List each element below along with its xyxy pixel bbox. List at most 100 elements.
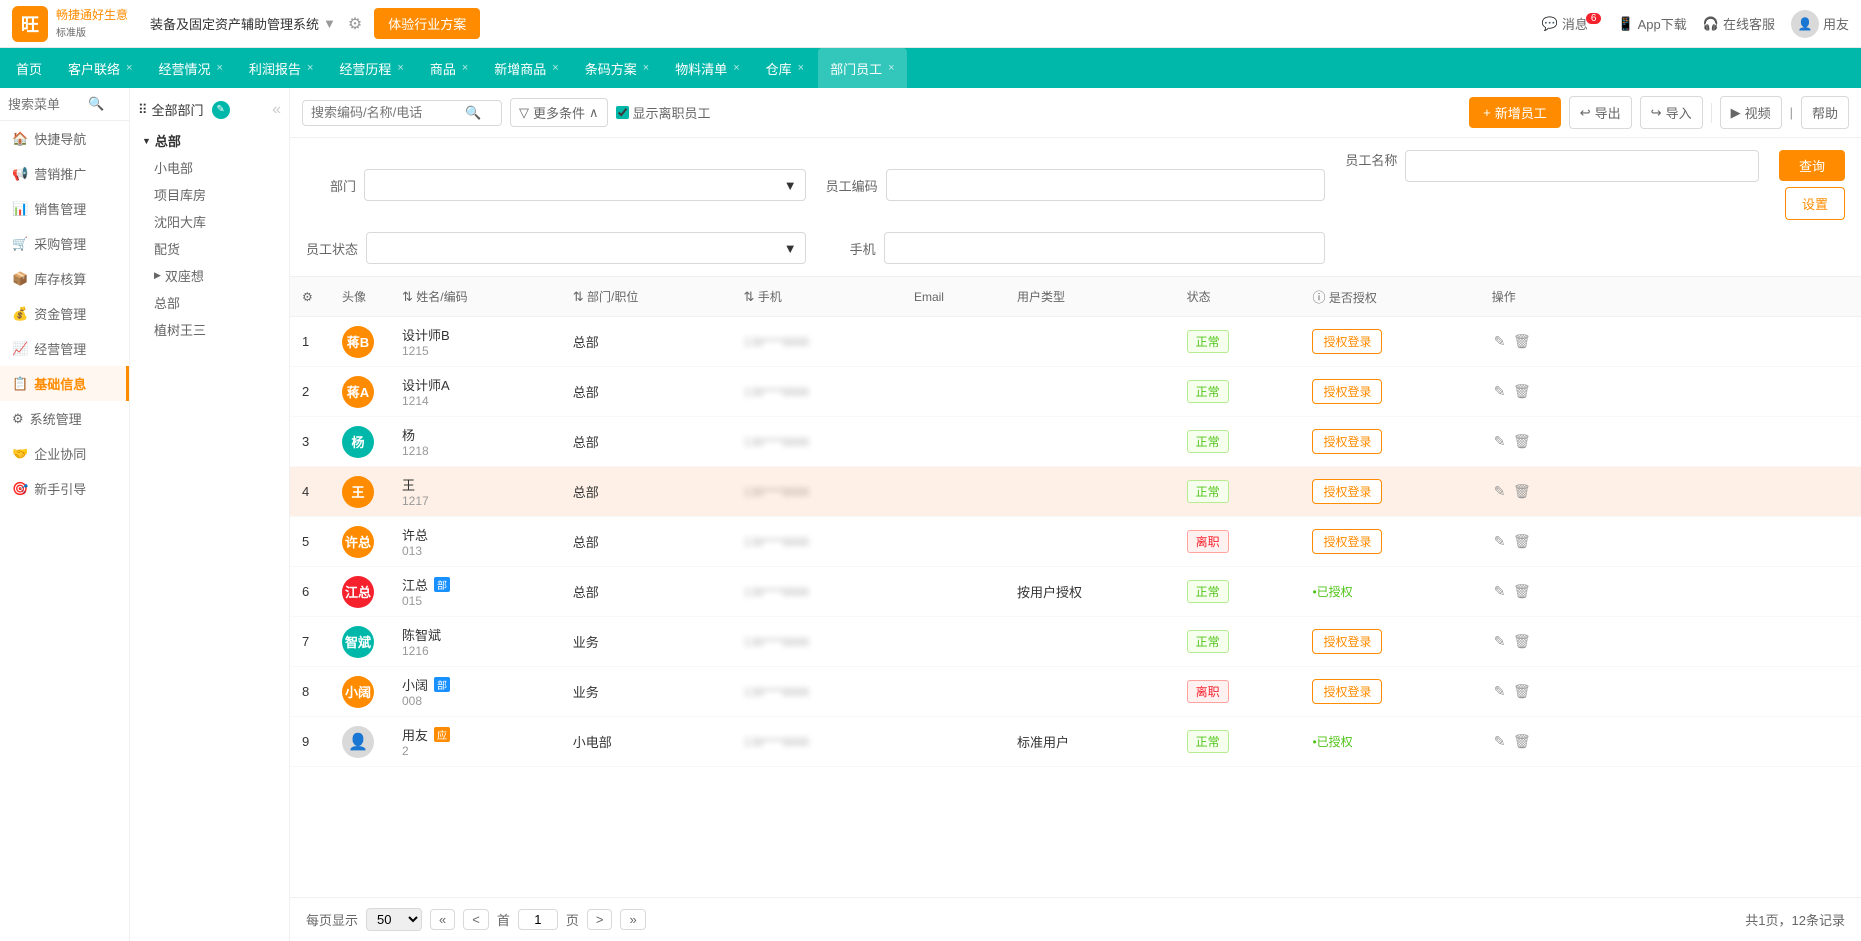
settings-button[interactable]: 设置	[1785, 187, 1845, 220]
import-button[interactable]: ↪ 导入	[1640, 96, 1703, 129]
sidebar-item-system[interactable]: ⚙ 系统管理	[0, 401, 129, 436]
sidebar-item-collab[interactable]: 🤝 企业协同	[0, 436, 129, 471]
first-page-button[interactable]: «	[430, 909, 455, 930]
sidebar-item-sales[interactable]: 📊 销售管理	[0, 191, 129, 226]
sidebar-item-quick-nav[interactable]: 🏠 快捷导航	[0, 121, 129, 156]
next-page-button[interactable]: >	[587, 909, 613, 930]
dept-tree-item-shenyang[interactable]: 沈阳大库	[138, 208, 281, 235]
dept-tree-item-zhishu[interactable]: 植树王三	[138, 316, 281, 343]
dept-tree-item-xiangmu[interactable]: 项目库房	[138, 181, 281, 208]
online-service-button[interactable]: 🎧 在线客服	[1703, 14, 1775, 33]
show-resigned-checkbox[interactable]	[616, 106, 629, 119]
nav-item-条码方案[interactable]: 条码方案×	[573, 48, 661, 88]
th-name-code[interactable]: ⇅ 姓名/编码	[390, 277, 561, 317]
delete-button[interactable]: 🗑	[1511, 331, 1533, 352]
close-icon[interactable]: ×	[643, 62, 649, 74]
close-icon[interactable]: ×	[798, 62, 804, 74]
delete-button[interactable]: 🗑	[1511, 431, 1533, 452]
dept-select[interactable]: ▼	[364, 169, 806, 201]
delete-button[interactable]: 🗑	[1511, 531, 1533, 552]
close-icon[interactable]: ×	[462, 62, 468, 74]
nav-item-物料清单[interactable]: 物料清单×	[663, 48, 751, 88]
authorize-button[interactable]: 授权登录	[1312, 479, 1382, 504]
collapse-icon[interactable]: «	[272, 101, 281, 119]
query-button[interactable]: 查询	[1779, 150, 1845, 181]
sidebar-item-marketing[interactable]: 📢 营销推广	[0, 156, 129, 191]
nav-item-客户联络[interactable]: 客户联络×	[56, 48, 144, 88]
nav-item-经营情况[interactable]: 经营情况×	[146, 48, 234, 88]
export-button[interactable]: ↩ 导出	[1569, 96, 1632, 129]
sidebar-item-basic-info[interactable]: 📋 基础信息	[0, 366, 129, 401]
dept-tree-item-zongbu[interactable]: 总部	[138, 289, 281, 316]
per-page-select[interactable]: 50 100	[366, 908, 422, 931]
authorize-button[interactable]: 授权登录	[1312, 629, 1382, 654]
delete-button[interactable]: 🗑	[1511, 631, 1533, 652]
nav-item-商品[interactable]: 商品×	[418, 48, 480, 88]
employee-search-input[interactable]	[311, 105, 461, 120]
user-area[interactable]: 👤 用友	[1791, 10, 1849, 38]
delete-button[interactable]: 🗑	[1511, 581, 1533, 602]
th-dept-position[interactable]: ⇅ 部门/职位	[561, 277, 732, 317]
delete-button[interactable]: 🗑	[1511, 731, 1533, 752]
edit-button[interactable]: ✎	[1492, 731, 1508, 752]
delete-button[interactable]: 🗑	[1511, 481, 1533, 502]
dept-tree-item-peihuo[interactable]: 配货	[138, 235, 281, 262]
authorize-button[interactable]: 授权登录	[1312, 679, 1382, 704]
app-download-button[interactable]: 📱 App下载	[1617, 14, 1686, 33]
dept-edit-icon[interactable]: ✎	[212, 101, 230, 119]
more-filter-button[interactable]: ▽ 更多条件 ∧	[510, 98, 608, 127]
add-employee-button[interactable]: + 新增员工	[1469, 97, 1561, 128]
dept-tree-item-shuangzuoxiang[interactable]: ▶ 双座想	[138, 262, 281, 289]
authorize-button[interactable]: 授权登录	[1312, 379, 1382, 404]
edit-button[interactable]: ✎	[1492, 581, 1508, 602]
gear-button[interactable]: ⚙	[344, 10, 366, 38]
dept-tree-item-general[interactable]: ▼ 总部	[138, 127, 281, 154]
emp-code-input[interactable]	[886, 169, 1326, 201]
nav-item-首页[interactable]: 首页	[4, 48, 54, 88]
help-button[interactable]: 帮助	[1801, 96, 1849, 129]
edit-button[interactable]: ✎	[1492, 481, 1508, 502]
close-icon[interactable]: ×	[397, 62, 403, 74]
message-button[interactable]: 💬 消息 6	[1542, 14, 1602, 33]
edit-button[interactable]: ✎	[1492, 631, 1508, 652]
authorize-button[interactable]: 授权登录	[1312, 429, 1382, 454]
delete-button[interactable]: 🗑	[1511, 381, 1533, 402]
phone-input[interactable]	[884, 232, 1326, 264]
nav-item-利润报告[interactable]: 利润报告×	[237, 48, 325, 88]
emp-status-select[interactable]: ▼	[366, 232, 806, 264]
last-page-button[interactable]: »	[620, 909, 645, 930]
authorize-button[interactable]: 授权登录	[1312, 529, 1382, 554]
show-resigned-label[interactable]: 显示离职员工	[616, 103, 711, 122]
emp-name-input[interactable]	[1405, 150, 1759, 182]
edit-button[interactable]: ✎	[1492, 431, 1508, 452]
view-button[interactable]: ▶ 视频	[1720, 96, 1782, 129]
nav-item-新增商品[interactable]: 新增商品×	[482, 48, 570, 88]
close-icon[interactable]: ×	[216, 62, 222, 74]
nav-item-仓库[interactable]: 仓库×	[754, 48, 816, 88]
close-icon[interactable]: ×	[733, 62, 739, 74]
system-title[interactable]: 装备及固定资产辅助管理系统 ▼	[150, 14, 336, 33]
th-phone[interactable]: ⇅ 手机	[732, 277, 902, 317]
close-icon[interactable]: ×	[552, 62, 558, 74]
delete-button[interactable]: 🗑	[1511, 681, 1533, 702]
close-icon[interactable]: ×	[126, 62, 132, 74]
edit-button[interactable]: ✎	[1492, 381, 1508, 402]
edit-button[interactable]: ✎	[1492, 331, 1508, 352]
sidebar-item-guide[interactable]: 🎯 新手引导	[0, 471, 129, 506]
close-icon[interactable]: ×	[888, 62, 894, 74]
prev-page-button[interactable]: <	[463, 909, 489, 930]
trial-button[interactable]: 体验行业方案	[374, 8, 480, 39]
nav-item-部门员工[interactable]: 部门员工×	[818, 48, 906, 88]
dept-tree-item-xiaodibu[interactable]: 小电部	[138, 154, 281, 181]
th-settings[interactable]: ⚙	[290, 277, 330, 317]
sidebar-item-purchase[interactable]: 🛒 采购管理	[0, 226, 129, 261]
edit-button[interactable]: ✎	[1492, 681, 1508, 702]
sidebar-item-operations[interactable]: 📈 经营管理	[0, 331, 129, 366]
authorize-button[interactable]: 授权登录	[1312, 329, 1382, 354]
edit-button[interactable]: ✎	[1492, 531, 1508, 552]
close-icon[interactable]: ×	[307, 62, 313, 74]
sidebar-item-finance[interactable]: 💰 资金管理	[0, 296, 129, 331]
search-input[interactable]	[8, 97, 88, 112]
sidebar-item-inventory[interactable]: 📦 库存核算	[0, 261, 129, 296]
nav-item-经营历程[interactable]: 经营历程×	[327, 48, 415, 88]
